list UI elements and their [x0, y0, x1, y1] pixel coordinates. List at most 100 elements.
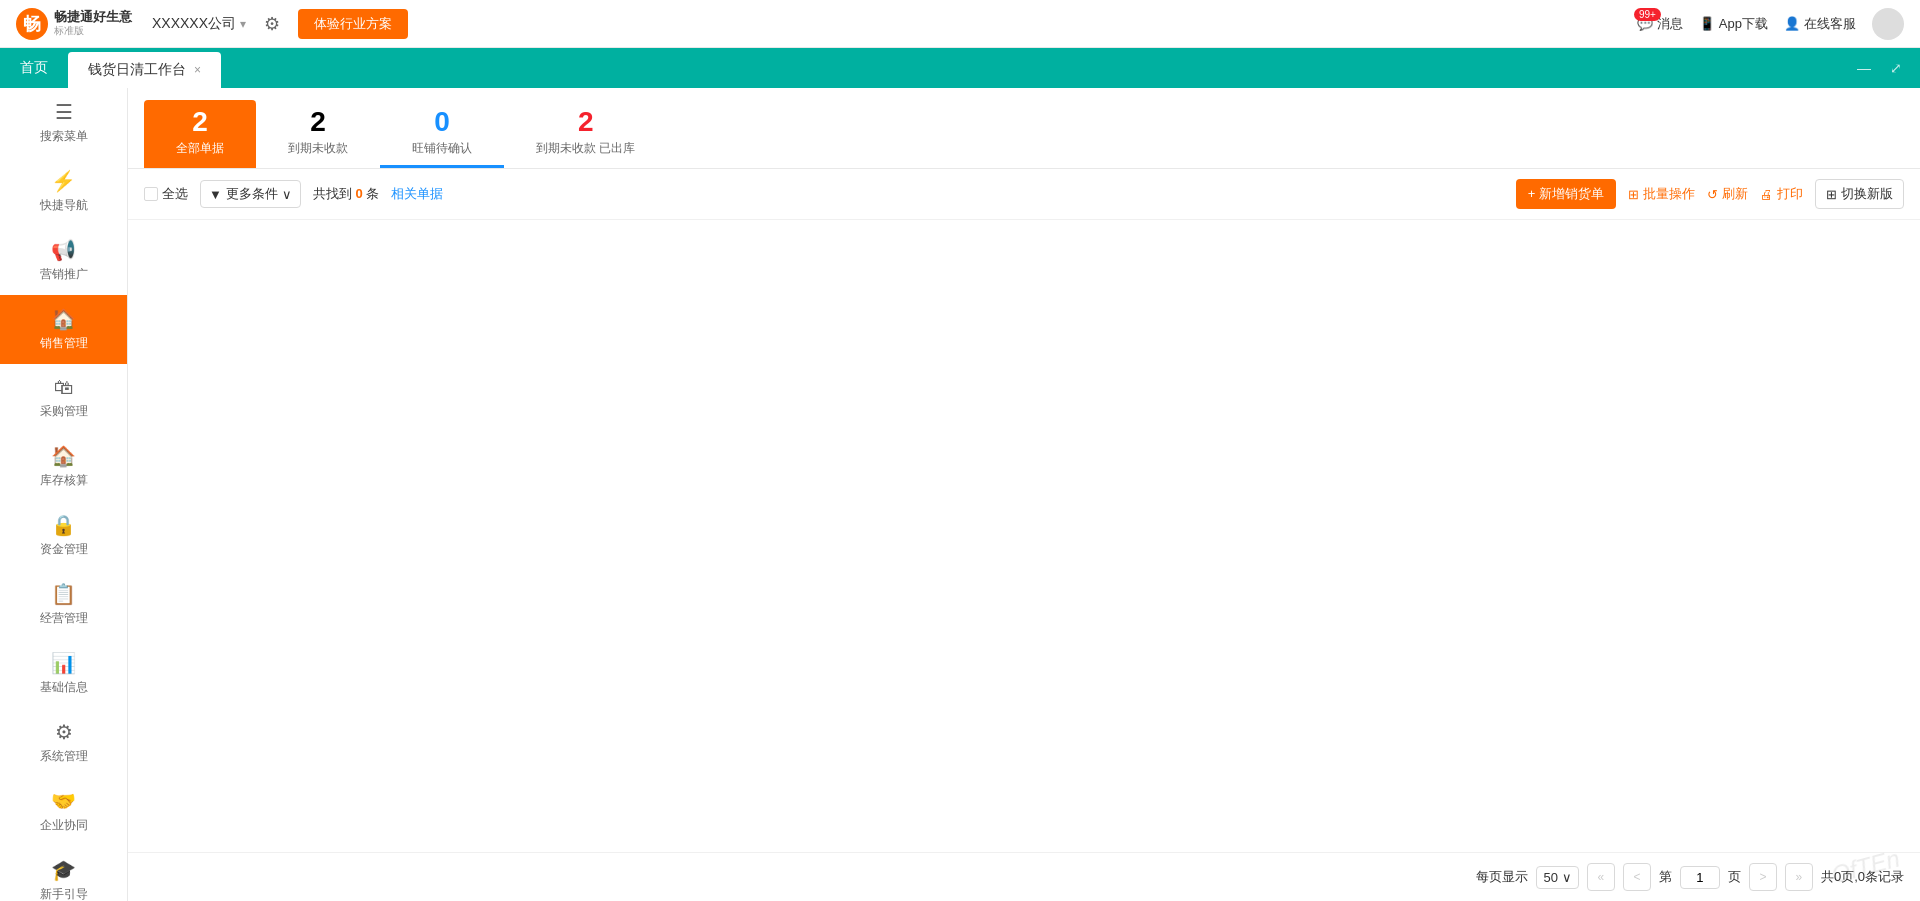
app-logo: 畅 畅捷通好生意 标准版: [16, 8, 144, 40]
stat-all-number: 2: [192, 108, 208, 136]
sidebar-item-inventory[interactable]: 🏠 库存核算: [0, 432, 127, 501]
sidebar-item-marketing[interactable]: 📢 营销推广: [0, 226, 127, 295]
tab-close-icon[interactable]: ×: [194, 63, 201, 77]
stat-tab-overdue[interactable]: 2 到期未收款: [256, 100, 380, 168]
page-size-selector[interactable]: 50 ∨: [1536, 866, 1578, 889]
sidebar: ☰ 搜索菜单 ⚡ 快捷导航 📢 营销推广 🏠 销售管理 🛍 采购管理 🏠 库存核…: [0, 88, 128, 901]
stat-tab-shipped[interactable]: 2 到期未收款 已出库: [504, 100, 667, 168]
main-layout: ☰ 搜索菜单 ⚡ 快捷导航 📢 营销推广 🏠 销售管理 🛍 采购管理 🏠 库存核…: [0, 88, 1920, 901]
sidebar-item-capital[interactable]: 🔒 资金管理: [0, 501, 127, 570]
stat-shipped-label: 到期未收款 已出库: [536, 140, 635, 157]
switch-label: 切换新版: [1841, 185, 1893, 203]
page-label-end: 页: [1728, 868, 1741, 886]
refresh-label: 刷新: [1722, 185, 1748, 203]
sidebar-item-marketing-label: 营销推广: [40, 266, 88, 283]
logo-sub: 标准版: [54, 24, 132, 38]
tab-maximize-button[interactable]: ⤢: [1884, 56, 1908, 80]
sidebar-item-enterprise[interactable]: 🤝 企业协同: [0, 777, 127, 846]
tab-home[interactable]: 首页: [0, 48, 68, 88]
sidebar-item-quick-label: 快捷导航: [40, 197, 88, 214]
service-icon: 👤: [1784, 16, 1800, 31]
select-all-checkbox[interactable]: 全选: [144, 185, 188, 203]
tab-daily-work[interactable]: 钱货日清工作台 ×: [68, 52, 221, 88]
message-button[interactable]: 💬 99+ 消息: [1637, 15, 1683, 33]
page-summary: 共0页,0条记录: [1821, 868, 1904, 886]
sales-icon: 🏠: [51, 307, 76, 331]
top-bar: 畅 畅捷通好生意 标准版 XXXXXX公司 ▾ ⚙ 体验行业方案 💬 99+ 消…: [0, 0, 1920, 48]
add-sales-order-button[interactable]: + 新增销货单: [1516, 179, 1616, 209]
stat-tab-pending[interactable]: 0 旺铺待确认: [380, 100, 504, 168]
prev-page-button[interactable]: <: [1623, 863, 1651, 891]
related-orders-link[interactable]: 相关单据: [391, 185, 443, 203]
sidebar-item-basic-label: 基础信息: [40, 679, 88, 696]
user-avatar[interactable]: [1872, 8, 1904, 40]
inventory-icon: 🏠: [51, 444, 76, 468]
tab-bar-actions: — ⤢: [1852, 48, 1920, 88]
more-filter-button[interactable]: ▼ 更多条件 ∨: [200, 180, 301, 208]
stat-shipped-number: 2: [578, 108, 594, 136]
app-download-label: App下载: [1719, 15, 1768, 33]
company-name: XXXXXX公司: [152, 15, 236, 33]
batch-icon: ⊞: [1628, 187, 1639, 202]
next-page-button[interactable]: >: [1749, 863, 1777, 891]
message-label: 消息: [1657, 15, 1683, 33]
sidebar-item-basic[interactable]: 📊 基础信息: [0, 639, 127, 708]
operations-icon: 📋: [51, 582, 76, 606]
filter-label: 更多条件: [226, 185, 278, 203]
app-download-icon: 📱: [1699, 16, 1715, 31]
sidebar-item-guide[interactable]: 🎓 新手引导: [0, 846, 127, 901]
page-size-value: 50: [1543, 870, 1557, 885]
sidebar-item-sales[interactable]: 🏠 销售管理: [0, 295, 127, 364]
capital-icon: 🔒: [51, 513, 76, 537]
purchase-icon: 🛍: [54, 376, 74, 399]
sidebar-item-inventory-label: 库存核算: [40, 472, 88, 489]
tab-home-label: 首页: [20, 59, 48, 77]
filter-chevron: ∨: [282, 187, 292, 202]
app-download-button[interactable]: 📱 App下载: [1699, 15, 1768, 33]
sidebar-item-system[interactable]: ⚙ 系统管理: [0, 708, 127, 777]
tab-minimize-button[interactable]: —: [1852, 56, 1876, 80]
found-unit: 条: [366, 186, 379, 201]
sidebar-item-sales-label: 销售管理: [40, 335, 88, 352]
sidebar-item-search[interactable]: ☰ 搜索菜单: [0, 88, 127, 157]
first-page-button[interactable]: «: [1587, 863, 1615, 891]
sidebar-item-purchase-label: 采购管理: [40, 403, 88, 420]
online-service-button[interactable]: 👤 在线客服: [1784, 15, 1856, 33]
sidebar-item-purchase[interactable]: 🛍 采购管理: [0, 364, 127, 432]
message-badge: 99+: [1634, 8, 1661, 21]
switch-new-version-button[interactable]: ⊞ 切换新版: [1815, 179, 1904, 209]
stats-tabs: 2 全部单据 2 到期未收款 0 旺铺待确认 2 到期未收款 已出库: [128, 88, 1920, 169]
sidebar-item-search-label: 搜索菜单: [40, 128, 88, 145]
content-area: 2 全部单据 2 到期未收款 0 旺铺待确认 2 到期未收款 已出库: [128, 88, 1920, 901]
system-icon: ⚙: [55, 720, 73, 744]
sidebar-item-operations[interactable]: 📋 经营管理: [0, 570, 127, 639]
sidebar-item-enterprise-label: 企业协同: [40, 817, 88, 834]
quick-nav-icon: ⚡: [51, 169, 76, 193]
select-all-label: 全选: [162, 185, 188, 203]
refresh-button[interactable]: ↺ 刷新: [1707, 185, 1748, 203]
stats-tabs-row: 2 全部单据 2 到期未收款 0 旺铺待确认 2 到期未收款 已出库: [144, 100, 1904, 168]
stat-overdue-label: 到期未收款: [288, 140, 348, 157]
guide-icon: 🎓: [51, 858, 76, 882]
switch-icon: ⊞: [1826, 187, 1837, 202]
checkbox-box: [144, 187, 158, 201]
sidebar-item-quick[interactable]: ⚡ 快捷导航: [0, 157, 127, 226]
stat-tab-all[interactable]: 2 全部单据: [144, 100, 256, 168]
page-number-input[interactable]: [1680, 866, 1720, 889]
page-size-label: 每页显示: [1476, 868, 1528, 886]
trial-button[interactable]: 体验行业方案: [298, 9, 408, 39]
company-selector[interactable]: XXXXXX公司 ▾: [152, 15, 246, 33]
print-button[interactable]: 🖨 打印: [1760, 185, 1803, 203]
pagination-bar: 每页显示 50 ∨ « < 第 页 > » 共0页,0条记录: [128, 852, 1920, 901]
last-page-button[interactable]: »: [1785, 863, 1813, 891]
batch-label: 批量操作: [1643, 185, 1695, 203]
batch-operation-button[interactable]: ⊞ 批量操作: [1628, 185, 1695, 203]
toolbar-left: 全选 ▼ 更多条件 ∨ 共找到 0 条 相关单据: [144, 180, 443, 208]
sidebar-item-capital-label: 资金管理: [40, 541, 88, 558]
tab-bar: 首页 钱货日清工作台 × — ⤢: [0, 48, 1920, 88]
page-size-chevron: ∨: [1562, 870, 1572, 885]
toolbar-right: + 新增销货单 ⊞ 批量操作 ↺ 刷新 🖨 打印 ⊞ 切换新版: [1516, 179, 1904, 209]
settings-button[interactable]: ⚙: [258, 10, 286, 38]
print-label: 打印: [1777, 185, 1803, 203]
basic-info-icon: 📊: [51, 651, 76, 675]
